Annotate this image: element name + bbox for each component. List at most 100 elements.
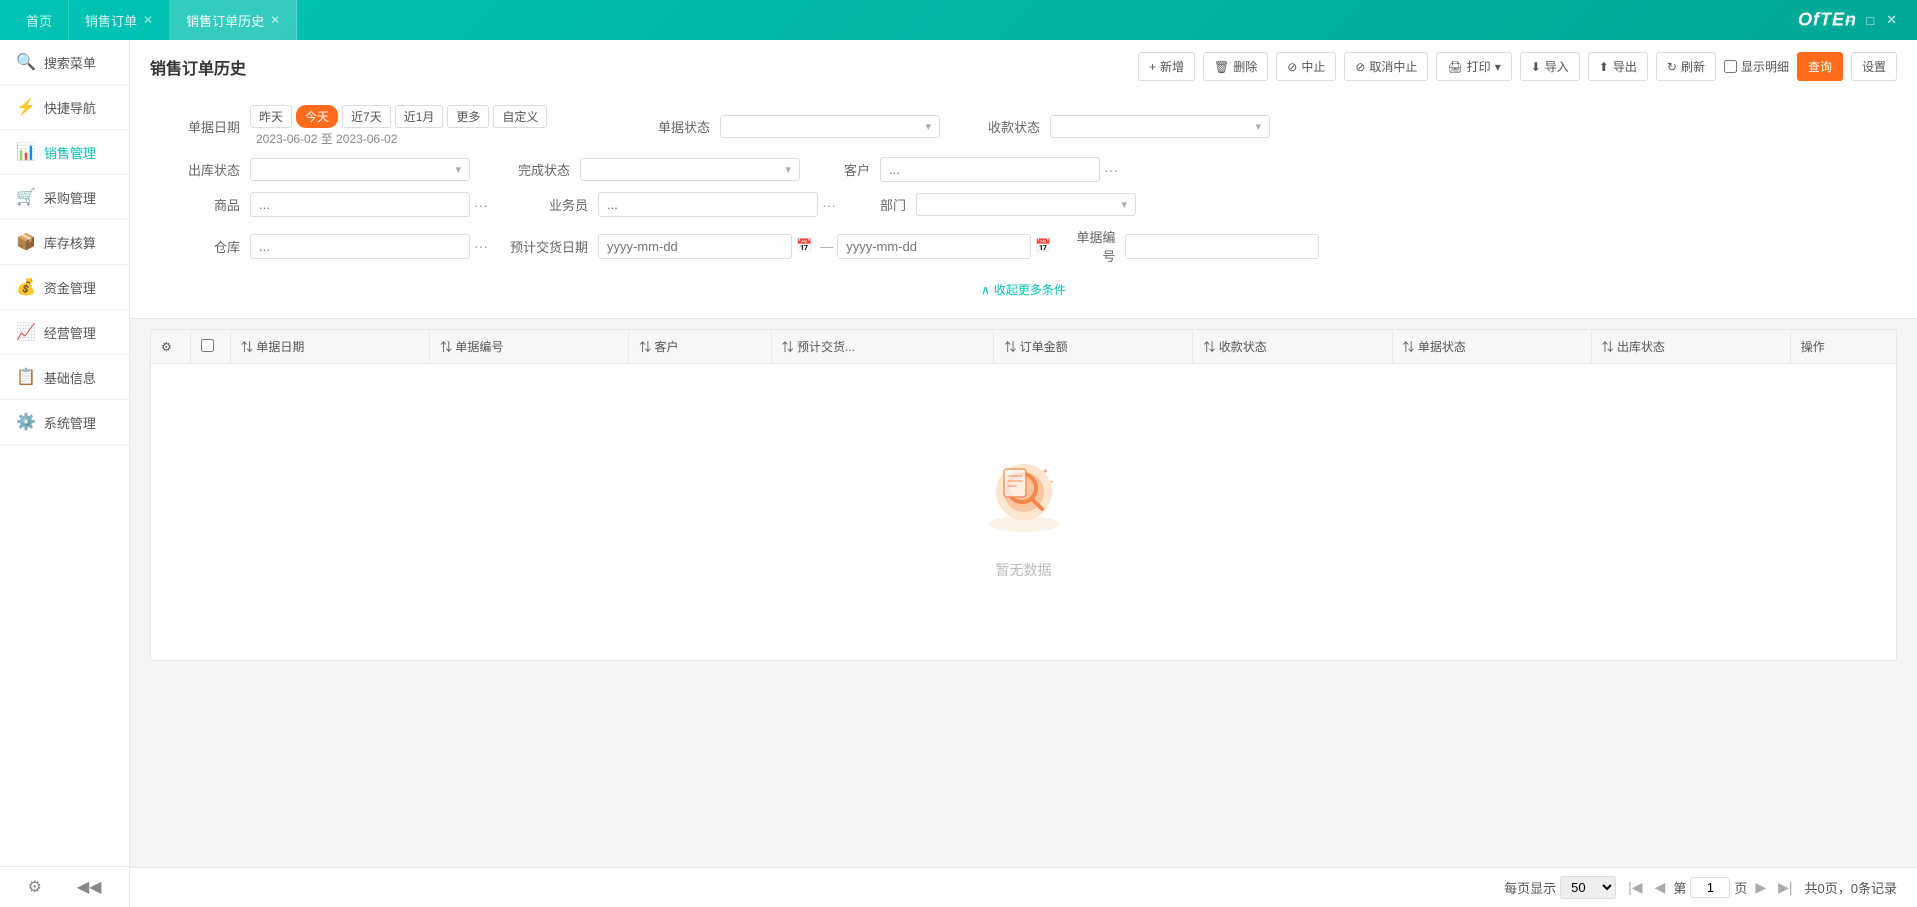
import-button[interactable]: ⬇ 导入 [1520, 52, 1580, 81]
date-range-separator: — [820, 239, 833, 254]
filter-area: 单据日期 昨天 今天 近7天 近1月 更多 自定义 2023-06-02 [150, 93, 1897, 318]
svg-text:✦: ✦ [1049, 479, 1054, 486]
tab-sales-order-history-close[interactable]: ✕ [270, 13, 280, 27]
payment-status-select[interactable]: ▾ [1050, 115, 1270, 138]
sidebar-item-quick-nav-label: 快捷导航 [44, 98, 96, 117]
customer-more-icon[interactable]: ··· [1104, 162, 1118, 178]
complete-status-label: 完成状态 [490, 160, 580, 179]
query-button[interactable]: 查询 [1797, 52, 1843, 81]
col-customer[interactable]: ⇅ 客户 [629, 330, 771, 364]
sidebar-item-quick-nav[interactable]: ⚡ 快捷导航 [0, 85, 129, 130]
date-btn-custom[interactable]: 自定义 [493, 105, 547, 128]
sidebar-item-system[interactable]: ⚙️ 系统管理 [0, 400, 129, 445]
sidebar-item-operations-label: 经营管理 [44, 323, 96, 342]
goods-input[interactable] [250, 192, 470, 217]
sidebar-volume-icon[interactable]: ◀◀ [77, 877, 102, 897]
date-btn-today[interactable]: 今天 [296, 105, 338, 128]
import-label: 导入 [1545, 58, 1569, 75]
table-checkbox-col[interactable] [191, 330, 231, 364]
col-bill-no[interactable]: ⇅ 单据编号 [430, 330, 629, 364]
col-expected-date[interactable]: ⇅ 预计交货... [771, 330, 994, 364]
calendar-end-icon[interactable]: 📅 [1035, 238, 1051, 254]
date-btn-yesterday[interactable]: 昨天 [250, 105, 292, 128]
col-date[interactable]: ⇅ 单据日期 [231, 330, 430, 364]
export-button[interactable]: ⬆ 导出 [1588, 52, 1648, 81]
table-header-row: ⚙ ⇅ 单据日期 ⇅ 单据编号 ⇅ 客户 [151, 330, 1897, 364]
tab-home-label: 首页 [26, 11, 52, 30]
operations-icon: 📈 [16, 322, 36, 342]
prev-page-btn[interactable]: ◀ [1651, 877, 1670, 898]
calendar-start-icon[interactable]: 📅 [796, 238, 812, 254]
tab-sales-order[interactable]: 销售订单 ✕ [69, 0, 170, 40]
add-label: 新增 [1160, 58, 1184, 75]
collapse-button[interactable]: ∧ 收起更多条件 [981, 281, 1066, 298]
out-status-select[interactable]: ▾ [250, 158, 470, 181]
warehouse-input[interactable] [250, 234, 470, 259]
next-page-btn[interactable]: ▶ [1751, 877, 1770, 898]
complete-status-select[interactable]: ▾ [580, 158, 800, 181]
date-btn-7days[interactable]: 近7天 [342, 105, 391, 128]
sidebar-settings-icon[interactable]: ⚙ [28, 877, 42, 897]
show-details-checkbox-label[interactable]: 显示明细 [1724, 58, 1789, 75]
salesperson-input[interactable] [598, 192, 818, 217]
page-title: 销售订单历史 [150, 55, 246, 79]
customer-input[interactable] [880, 157, 1100, 182]
select-all-checkbox[interactable] [201, 339, 214, 352]
delete-button[interactable]: 🗑 删除 [1203, 52, 1268, 81]
sidebar-item-finance[interactable]: 💰 资金管理 [0, 265, 129, 310]
col-amount-label: ⇅ 订单金额 [1004, 340, 1067, 354]
empty-state-row: ✦ ✦ 暂无数据 [151, 364, 1897, 661]
col-bill-status[interactable]: ⇅ 单据状态 [1392, 330, 1591, 364]
out-status-arrow-icon: ▾ [455, 163, 461, 176]
complete-status-arrow-icon: ▾ [785, 163, 791, 176]
sidebar-item-basic-info[interactable]: 📋 基础信息 [0, 355, 129, 400]
cancel-stop-button[interactable]: ⊘ 取消中止 [1344, 52, 1428, 81]
sidebar-item-sales-mgmt-label: 销售管理 [44, 143, 96, 162]
add-icon: + [1149, 60, 1156, 74]
date-btn-more[interactable]: 更多 [447, 105, 489, 128]
tab-sales-order-history[interactable]: 销售订单历史 ✕ [170, 0, 297, 40]
sidebar-item-operations[interactable]: 📈 经营管理 [0, 310, 129, 355]
show-details-checkbox[interactable] [1724, 60, 1737, 73]
bill-no-input[interactable] [1125, 234, 1319, 259]
department-select[interactable]: ▾ [916, 193, 1136, 216]
stop-button[interactable]: ⊘ 中止 [1276, 52, 1336, 81]
table-footer: 每页显示 50 10 20 100 |◀ ◀ 第 页 ▶ ▶| 共0页，0条记录 [130, 867, 1917, 907]
date-btn-1month[interactable]: 近1月 [395, 105, 444, 128]
col-out-status-label: ⇅ 出库状态 [1602, 340, 1665, 354]
refresh-button[interactable]: ↻ 刷新 [1656, 52, 1716, 81]
col-bill-status-label: ⇅ 单据状态 [1403, 340, 1466, 354]
maximize-btn[interactable]: □ [1866, 13, 1874, 28]
tab-home[interactable]: 首页 [10, 0, 69, 40]
last-page-btn[interactable]: ▶| [1774, 877, 1796, 898]
col-date-label: ⇅ 单据日期 [241, 340, 304, 354]
col-payment-status[interactable]: ⇅ 收款状态 [1193, 330, 1392, 364]
sidebar-item-search-menu[interactable]: 🔍 搜索菜单 [0, 40, 129, 85]
page-number-input[interactable] [1690, 877, 1730, 898]
table-settings-col[interactable]: ⚙ [151, 330, 191, 364]
warehouse-more-icon[interactable]: ··· [474, 238, 488, 254]
per-page-dropdown[interactable]: 50 10 20 100 [1560, 876, 1616, 899]
per-page-label: 每页显示 [1504, 878, 1556, 897]
filter-row-4: 仓库 ··· 预计交货日期 📅 — 📅 单据编号 [170, 227, 1877, 265]
sidebar-item-sales-mgmt[interactable]: 📊 销售管理 [0, 130, 129, 175]
first-page-btn[interactable]: |◀ [1624, 877, 1646, 898]
expected-date-start-input[interactable] [598, 234, 792, 259]
empty-illustration: ✦ ✦ [974, 444, 1074, 544]
col-out-status[interactable]: ⇅ 出库状态 [1591, 330, 1790, 364]
sidebar-item-system-label: 系统管理 [44, 413, 96, 432]
refresh-icon: ↻ [1667, 60, 1677, 74]
sidebar-item-purchase-mgmt[interactable]: 🛒 采购管理 [0, 175, 129, 220]
add-button[interactable]: + 新增 [1138, 52, 1195, 81]
goods-more-icon[interactable]: ··· [474, 197, 488, 213]
close-btn[interactable]: ✕ [1886, 12, 1897, 28]
bill-status-select[interactable]: ▾ [720, 115, 940, 138]
settings-button[interactable]: 设置 [1851, 52, 1897, 81]
salesperson-more-icon[interactable]: ··· [822, 197, 836, 213]
sidebar-item-inventory[interactable]: 📦 库存核算 [0, 220, 129, 265]
sidebar-item-basic-info-label: 基础信息 [44, 368, 96, 387]
col-amount[interactable]: ⇅ 订单金额 [994, 330, 1193, 364]
print-button[interactable]: 🖨 打印 ▾ [1436, 52, 1511, 81]
tab-sales-order-close[interactable]: ✕ [143, 13, 153, 27]
expected-date-end-input[interactable] [837, 234, 1031, 259]
